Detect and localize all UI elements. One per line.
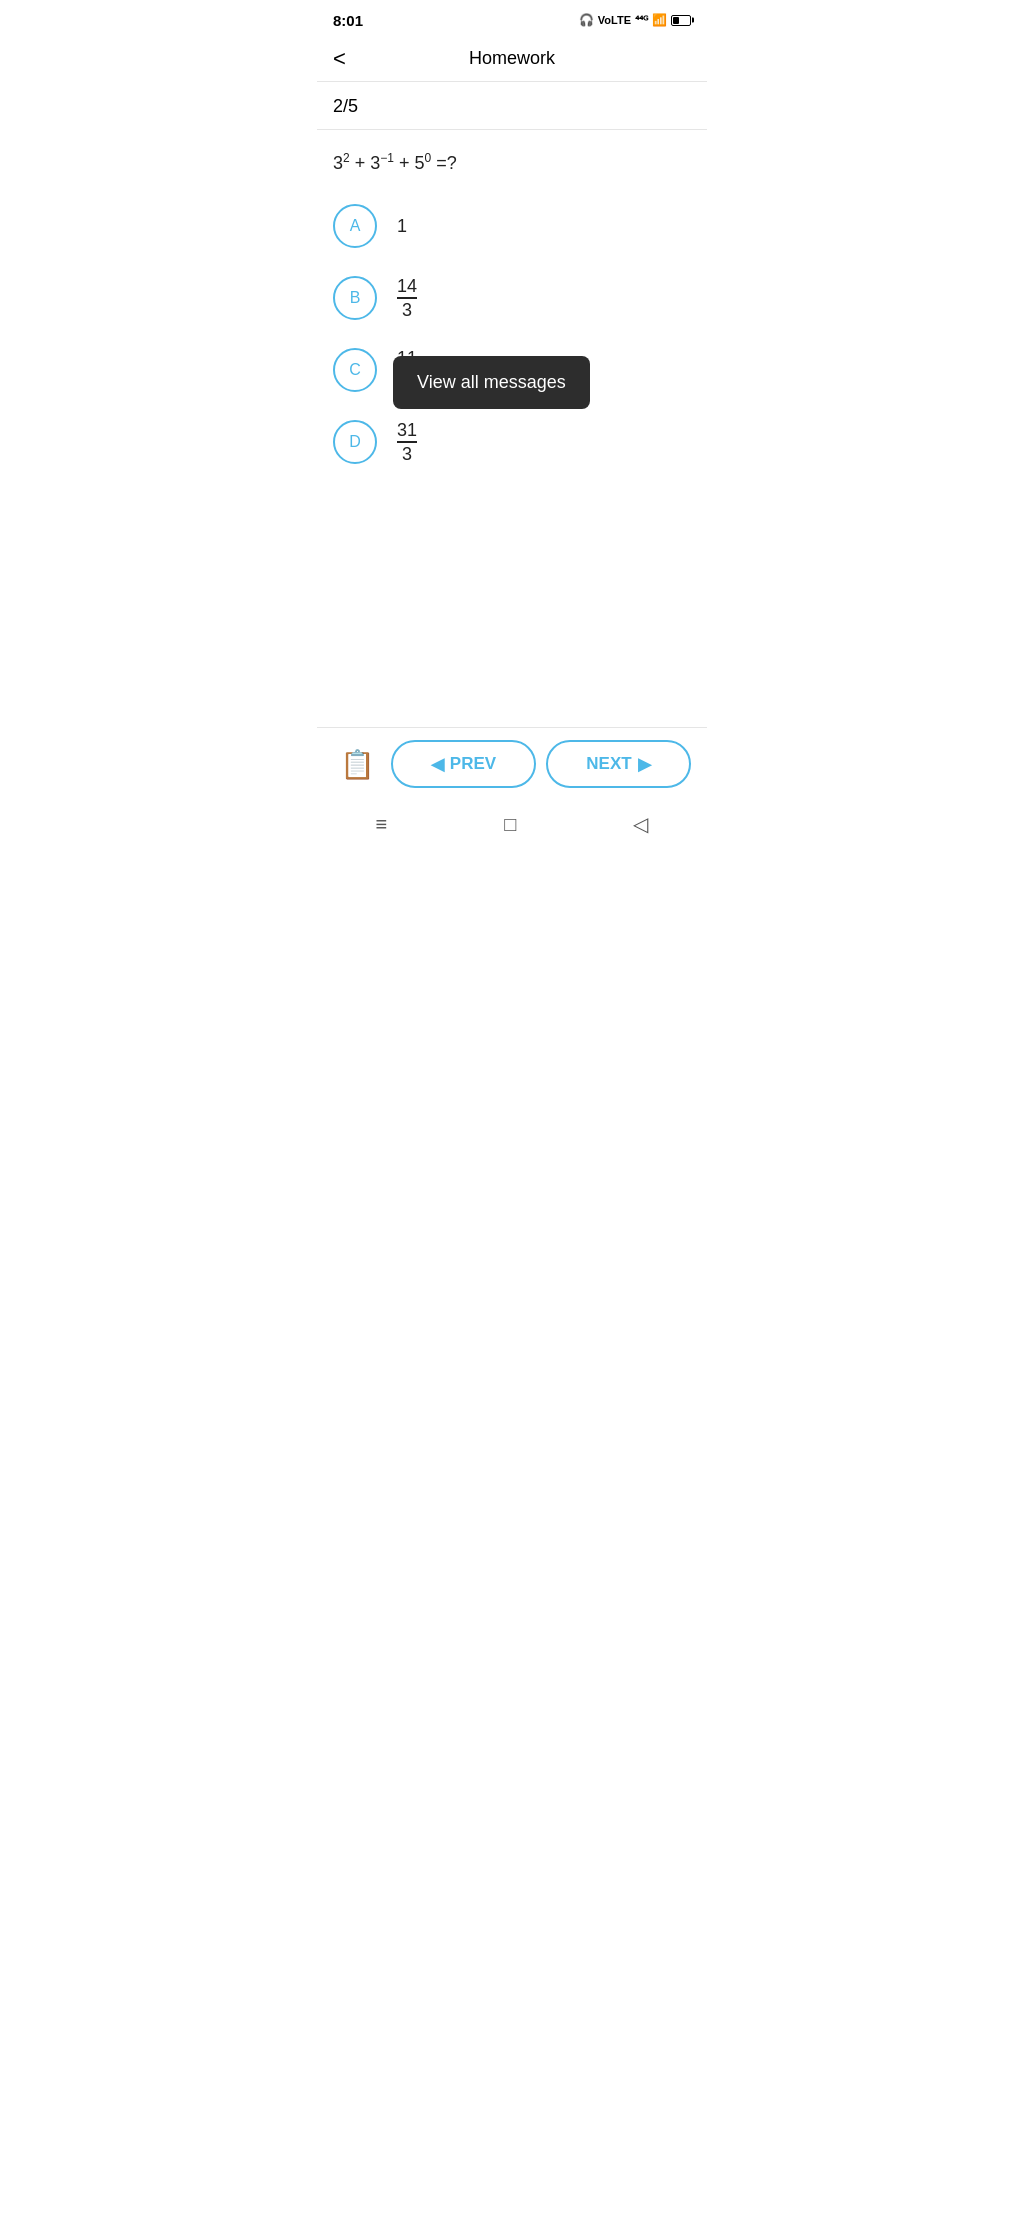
prev-label: PREV [450, 754, 496, 774]
option-d-fraction-line [397, 441, 417, 443]
network-icon: ⁴⁴ᴳ [635, 14, 648, 27]
notes-icon: 📋 [340, 748, 375, 781]
option-a[interactable]: A 1 [333, 204, 691, 248]
option-b-label: B [350, 289, 361, 307]
next-button[interactable]: NEXT ▶ [546, 740, 691, 788]
content-spacer [317, 480, 707, 727]
options-list: A 1 B 14 3 C 11 3 [333, 204, 691, 464]
status-time: 8:01 [333, 12, 363, 29]
prev-arrow-icon: ◀ [431, 754, 444, 775]
option-b[interactable]: B 14 3 [333, 276, 691, 320]
option-d-label: D [349, 433, 361, 451]
battery-icon [671, 15, 691, 26]
option-b-numerator: 14 [397, 277, 417, 295]
option-d-value: 31 3 [397, 421, 417, 463]
battery-fill [673, 17, 679, 24]
signal-icon: VoLTE [598, 14, 631, 26]
top-nav: < Homework [317, 36, 707, 82]
progress-indicator: 2/5 [333, 96, 358, 116]
status-icons: 🎧 VoLTE ⁴⁴ᴳ 📶 [579, 13, 691, 27]
option-d-numerator: 31 [397, 421, 417, 439]
option-b-circle: B [333, 276, 377, 320]
android-nav-bar: ≡ □ ◁ [317, 800, 707, 844]
option-a-value: 1 [397, 216, 407, 237]
android-home-icon[interactable]: □ [504, 813, 516, 836]
notes-button[interactable]: 📋 [333, 740, 381, 788]
option-d-circle: D [333, 420, 377, 464]
next-label: NEXT [586, 754, 631, 774]
option-c[interactable]: C 11 3 View all messages [333, 348, 691, 392]
prev-button[interactable]: ◀ PREV [391, 740, 536, 788]
next-arrow-icon: ▶ [638, 754, 651, 775]
status-bar: 8:01 🎧 VoLTE ⁴⁴ᴳ 📶 [317, 0, 707, 36]
option-b-denominator: 3 [402, 301, 412, 319]
option-b-fraction-line [397, 297, 417, 299]
question-section: 32 + 3−1 + 50 =? A 1 B 14 3 C [317, 130, 707, 480]
option-a-circle: A [333, 204, 377, 248]
page-title: Homework [469, 48, 555, 69]
option-b-value: 14 3 [397, 277, 417, 319]
android-back-icon[interactable]: ◁ [633, 812, 648, 836]
progress-section: 2/5 [317, 82, 707, 130]
option-d[interactable]: D 31 3 [333, 420, 691, 464]
option-d-denominator: 3 [402, 445, 412, 463]
bottom-nav: 📋 ◀ PREV NEXT ▶ [317, 727, 707, 800]
option-a-label: A [350, 217, 361, 235]
option-c-circle: C [333, 348, 377, 392]
headphone-icon: 🎧 [579, 13, 594, 27]
option-c-label: C [349, 361, 361, 379]
wifi-bars-icon: 📶 [652, 13, 667, 27]
android-menu-icon[interactable]: ≡ [376, 813, 388, 836]
view-all-messages-tooltip[interactable]: View all messages [393, 356, 590, 409]
back-button[interactable]: < [333, 46, 346, 72]
question-text: 32 + 3−1 + 50 =? [333, 150, 691, 176]
tooltip-text: View all messages [417, 372, 566, 392]
